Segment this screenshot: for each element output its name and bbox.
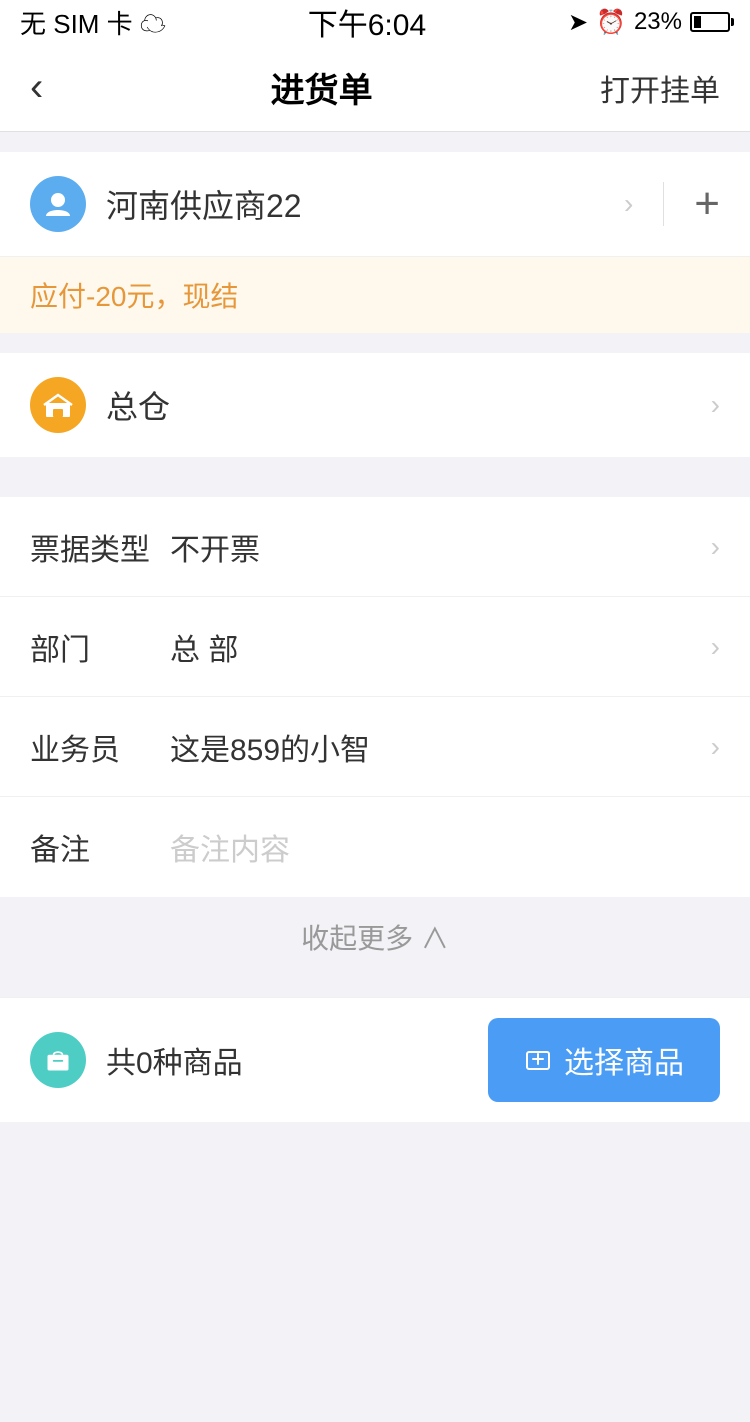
warehouse-label: 总仓 <box>106 382 711 428</box>
department-value: 总 部 <box>150 625 711 669</box>
battery-icon <box>690 12 730 32</box>
supplier-chevron-icon: › <box>624 188 633 220</box>
collapse-label: 收起更多 ∧ <box>301 917 449 957</box>
supplier-name: 河南供应商22 <box>106 181 624 227</box>
form-section: 票据类型 不开票 › 部门 总 部 › 业务员 这是859的小智 › 备注 备注… <box>0 497 750 897</box>
page-background <box>0 1122 750 1422</box>
remark-input[interactable]: 备注内容 <box>150 825 720 869</box>
page-title: 进货单 <box>271 63 373 112</box>
no-sim-label: 无 SIM 卡 ☁ <box>20 4 166 41</box>
warehouse-icon <box>42 389 74 421</box>
status-time: 下午6:04 <box>308 0 426 44</box>
invoice-type-value: 不开票 <box>150 525 711 569</box>
nav-bar: ‹ 进货单 打开挂单 <box>0 44 750 132</box>
avatar-icon <box>42 188 74 220</box>
department-row[interactable]: 部门 总 部 › <box>0 597 750 697</box>
open-pending-button[interactable]: 打开挂单 <box>600 66 720 110</box>
select-product-icon <box>524 1046 552 1074</box>
collapse-bar[interactable]: 收起更多 ∧ <box>0 897 750 977</box>
warehouse-chevron-icon: › <box>711 389 720 421</box>
department-label: 部门 <box>30 625 150 669</box>
status-right: ➤ ⏰ 23% <box>568 8 730 37</box>
back-button[interactable]: ‹ <box>30 65 43 110</box>
supplier-row[interactable]: 河南供应商22 › + <box>0 152 750 257</box>
salesperson-chevron-icon: › <box>711 731 720 763</box>
product-avatar <box>30 1032 86 1088</box>
vertical-divider <box>663 182 664 226</box>
invoice-type-row[interactable]: 票据类型 不开票 › <box>0 497 750 597</box>
select-product-label: 选择商品 <box>564 1038 684 1082</box>
notice-bar: 应付-20元，现结 <box>0 257 750 333</box>
location-icon: ➤ <box>568 8 588 37</box>
select-product-button[interactable]: 选择商品 <box>488 1018 720 1102</box>
notice-text: 应付-20元，现结 <box>30 281 238 312</box>
add-supplier-button[interactable]: + <box>694 182 720 226</box>
remark-row[interactable]: 备注 备注内容 <box>0 797 750 897</box>
salesperson-label: 业务员 <box>30 725 150 769</box>
battery-percent: 23% <box>634 8 682 36</box>
product-icon <box>44 1046 72 1074</box>
bottom-bar: 共0种商品 选择商品 <box>0 997 750 1122</box>
status-bar: 无 SIM 卡 ☁ 下午6:04 ➤ ⏰ 23% <box>0 0 750 44</box>
invoice-type-label: 票据类型 <box>30 525 150 569</box>
invoice-type-chevron-icon: › <box>711 531 720 563</box>
product-count-label: 共0种商品 <box>106 1038 488 1082</box>
department-chevron-icon: › <box>711 631 720 663</box>
alarm-icon: ⏰ <box>596 8 626 37</box>
gap-2 <box>0 457 750 477</box>
gap-1 <box>0 132 750 152</box>
warehouse-row[interactable]: 总仓 › <box>0 353 750 457</box>
gap-3 <box>0 977 750 997</box>
supplier-avatar <box>30 176 86 232</box>
supplier-card: 河南供应商22 › + 应付-20元，现结 <box>0 152 750 333</box>
warehouse-avatar <box>30 377 86 433</box>
remark-label: 备注 <box>30 825 150 869</box>
salesperson-value: 这是859的小智 <box>150 725 711 769</box>
status-left: 无 SIM 卡 ☁ <box>20 4 166 41</box>
salesperson-row[interactable]: 业务员 这是859的小智 › <box>0 697 750 797</box>
